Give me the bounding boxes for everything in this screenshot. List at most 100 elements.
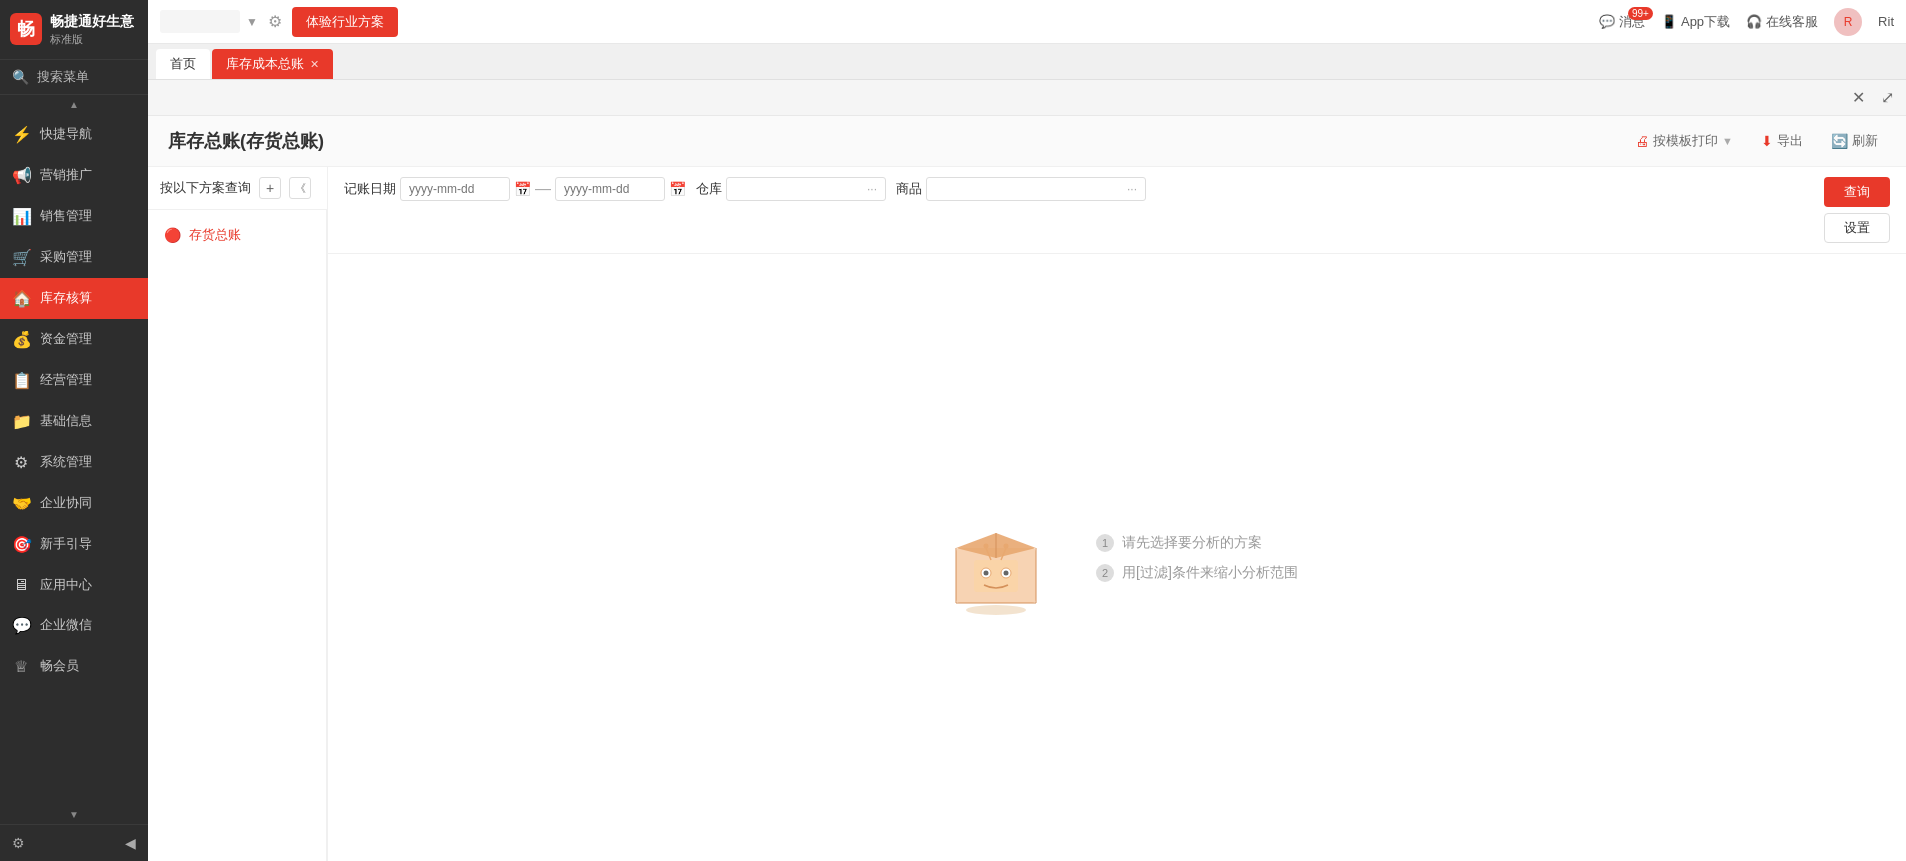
date-start-input[interactable] <box>400 177 510 201</box>
print-icon: 🖨 <box>1635 133 1649 149</box>
scheme-panel: 🔴 存货总账 <box>148 210 327 861</box>
tab-close-icon[interactable]: ✕ <box>310 58 319 71</box>
page-title: 库存总账(存货总账) <box>168 129 324 153</box>
phone-icon: 📱 <box>1661 14 1677 29</box>
app-logo-text: 畅捷通好生意 标准版 <box>50 12 134 47</box>
refresh-icon: 🔄 <box>1831 133 1848 149</box>
industry-btn[interactable]: 体验行业方案 <box>292 7 398 37</box>
topbar-gear-icon[interactable]: ⚙ <box>264 8 286 35</box>
breadcrumb[interactable] <box>160 10 240 33</box>
wechat-icon: 💬 <box>12 616 30 635</box>
svg-point-14 <box>1004 543 1009 548</box>
print-dropdown-icon[interactable]: ▼ <box>1722 135 1733 147</box>
system-icon: ⚙ <box>12 453 30 472</box>
quick-nav-icon: ⚡ <box>12 125 30 144</box>
export-btn[interactable]: ⬇ 导出 <box>1753 128 1811 154</box>
settings-btn[interactable]: 设置 <box>1824 213 1890 243</box>
app-center-icon: 🖥 <box>12 576 30 594</box>
date-end-input[interactable] <box>555 177 665 201</box>
breadcrumb-dropdown-icon[interactable]: ▼ <box>246 15 258 29</box>
settings-footer-btn[interactable]: ⚙ <box>12 835 25 851</box>
topbar-right: 💬 消息 99+ 📱 App下载 🎧 在线客服 R Rit <box>1599 8 1894 36</box>
warehouse-field: 仓库 ··· <box>696 177 886 201</box>
sidebar-item-sales[interactable]: 📊 销售管理 <box>0 196 148 237</box>
print-btn[interactable]: 🖨 按模板打印 ▼ <box>1627 128 1741 154</box>
tab-home[interactable]: 首页 <box>156 49 210 79</box>
empty-step-1: 1 请先选择要分析的方案 <box>1096 534 1298 552</box>
topbar: ▼ ⚙ 体验行业方案 💬 消息 99+ 📱 App下载 🎧 在线客服 R Rit <box>148 0 1906 44</box>
sidebar-item-newbie[interactable]: 🎯 新手引导 <box>0 524 148 565</box>
scroll-down-arrow[interactable]: ▼ <box>0 805 148 824</box>
calendar-end-icon[interactable]: 📅 <box>669 181 686 197</box>
export-icon: ⬇ <box>1761 133 1773 149</box>
sidebar-item-enterprise[interactable]: 🤝 企业协同 <box>0 483 148 524</box>
sidebar-item-inventory[interactable]: 🏠 库存核算 <box>0 278 148 319</box>
operation-icon: 📋 <box>12 371 30 390</box>
page-actions: 🖨 按模板打印 ▼ ⬇ 导出 🔄 刷新 <box>1627 128 1886 154</box>
marketing-icon: 📢 <box>12 166 30 185</box>
tab-inventory-cost[interactable]: 库存成本总账 ✕ <box>212 49 333 79</box>
filter-row: 记账日期 📅 — 📅 仓库 ··· <box>328 167 1906 254</box>
sidebar-footer: ⚙ ◀ <box>0 824 148 861</box>
warehouse-more-icon[interactable]: ··· <box>867 182 877 196</box>
sidebar-item-basic[interactable]: 📁 基础信息 <box>0 401 148 442</box>
topbar-nav: ▼ ⚙ 体验行业方案 <box>160 7 1591 37</box>
sidebar-search[interactable]: 🔍 搜索菜单 <box>0 60 148 95</box>
sidebar-nav: ⚡ 快捷导航 📢 营销推广 📊 销售管理 🛒 采购管理 🏠 库存核算 💰 资金管… <box>0 114 148 805</box>
messages-badge: 99+ <box>1628 7 1653 20</box>
scheme-item-icon: 🔴 <box>164 227 181 243</box>
app-logo-icon: 畅 <box>10 13 42 45</box>
sidebar-item-vip[interactable]: ♕ 畅会员 <box>0 646 148 687</box>
scroll-up-arrow[interactable]: ▲ <box>0 95 148 114</box>
sidebar-item-app-center[interactable]: 🖥 应用中心 <box>0 565 148 605</box>
sidebar-item-quick-nav[interactable]: ⚡ 快捷导航 <box>0 114 148 155</box>
goods-input[interactable]: ··· <box>926 177 1146 201</box>
tabbar: 首页 库存成本总账 ✕ <box>148 44 1906 80</box>
avatar: R <box>1834 8 1862 36</box>
app-download-btn[interactable]: 📱 App下载 <box>1661 13 1730 31</box>
refresh-btn[interactable]: 🔄 刷新 <box>1823 128 1886 154</box>
collapse-sidebar-btn[interactable]: ◀ <box>125 835 136 851</box>
empty-state: 1 请先选择要分析的方案 2 用[过滤]条件来缩小分析范围 <box>328 254 1906 861</box>
sidebar: 畅 畅捷通好生意 标准版 🔍 搜索菜单 ▲ ⚡ 快捷导航 📢 营销推广 📊 销售… <box>0 0 148 861</box>
svg-point-12 <box>984 543 989 548</box>
sidebar-item-purchase[interactable]: 🛒 采购管理 <box>0 237 148 278</box>
svg-point-9 <box>984 570 989 575</box>
sidebar-item-finance[interactable]: 💰 资金管理 <box>0 319 148 360</box>
query-btn[interactable]: 查询 <box>1824 177 1890 207</box>
svg-point-15 <box>966 605 1026 615</box>
user-avatar[interactable]: R <box>1834 8 1862 36</box>
page-header: 库存总账(存货总账) 🖨 按模板打印 ▼ ⬇ 导出 🔄 刷新 <box>148 116 1906 167</box>
content-expand-btn[interactable]: ⤢ <box>1877 84 1898 111</box>
content-topbar: ✕ ⤢ <box>148 80 1906 116</box>
finance-icon: 💰 <box>12 330 30 349</box>
sidebar-item-wechat[interactable]: 💬 企业微信 <box>0 605 148 646</box>
filter-header: 按以下方案查询 + 《 <box>148 167 327 210</box>
filter-add-btn[interactable]: + <box>259 177 281 199</box>
step-2-circle: 2 <box>1096 564 1114 582</box>
vip-icon: ♕ <box>12 657 30 676</box>
online-service-btn[interactable]: 🎧 在线客服 <box>1746 13 1818 31</box>
calendar-start-icon[interactable]: 📅 <box>514 181 531 197</box>
sidebar-item-operation[interactable]: 📋 经营管理 <box>0 360 148 401</box>
sidebar-item-marketing[interactable]: 📢 营销推广 <box>0 155 148 196</box>
empty-illustration <box>936 498 1056 618</box>
svg-point-10 <box>1004 570 1009 575</box>
message-icon: 💬 <box>1599 14 1615 29</box>
content-area: ✕ ⤢ 库存总账(存货总账) 🖨 按模板打印 ▼ ⬇ 导出 🔄 刷新 <box>148 80 1906 861</box>
step-1-circle: 1 <box>1096 534 1114 552</box>
sidebar-logo: 畅 畅捷通好生意 标准版 <box>0 0 148 60</box>
sales-icon: 📊 <box>12 207 30 226</box>
purchase-icon: 🛒 <box>12 248 30 267</box>
search-icon: 🔍 <box>12 69 29 85</box>
date-field: 记账日期 📅 — 📅 <box>344 177 686 201</box>
messages-btn[interactable]: 💬 消息 99+ <box>1599 13 1645 31</box>
goods-more-icon[interactable]: ··· <box>1127 182 1137 196</box>
content-close-btn[interactable]: ✕ <box>1848 84 1869 111</box>
newbie-icon: 🎯 <box>12 535 30 554</box>
sidebar-item-system[interactable]: ⚙ 系统管理 <box>0 442 148 483</box>
warehouse-input[interactable]: ··· <box>726 177 886 201</box>
filter-collapse-btn[interactable]: 《 <box>289 177 311 199</box>
username[interactable]: Rit <box>1878 14 1894 29</box>
scheme-item-inventory-total[interactable]: 🔴 存货总账 <box>148 218 326 252</box>
